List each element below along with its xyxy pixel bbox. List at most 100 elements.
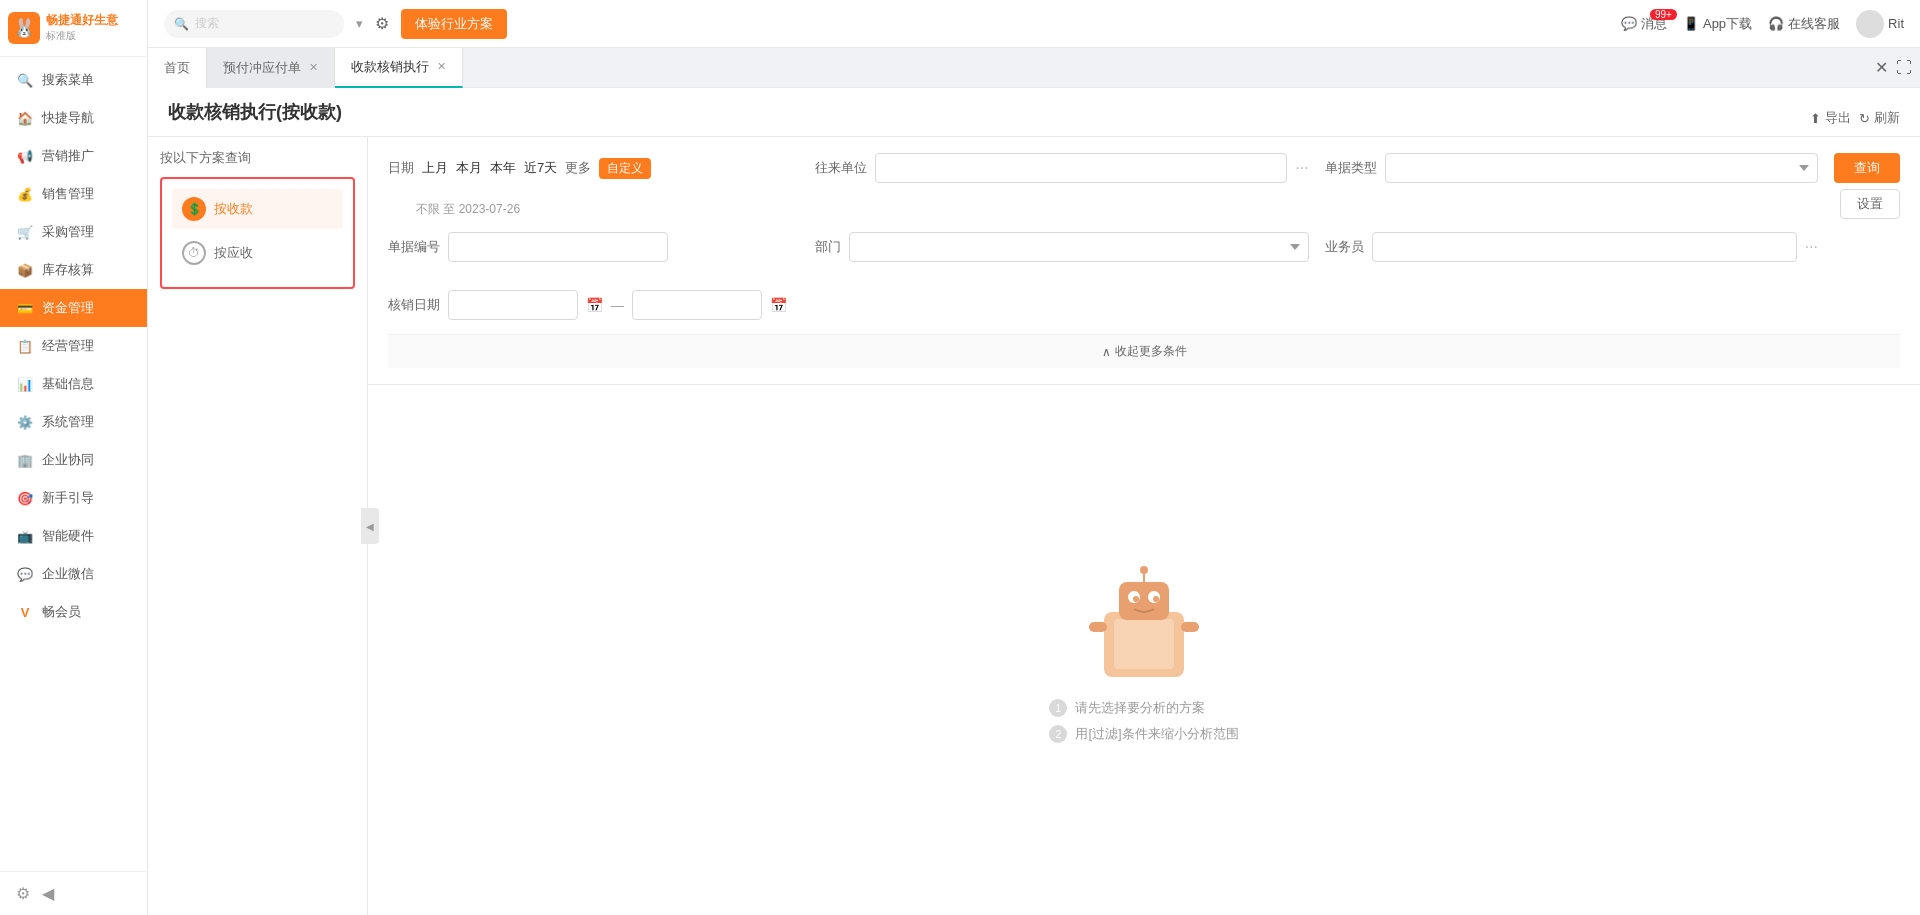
settings-btn[interactable]: 设置 xyxy=(1840,189,1900,219)
writeoff-date-start-input[interactable]: 2023-03-01 xyxy=(448,290,578,320)
message-badge: 99+ xyxy=(1650,9,1677,20)
service-icon: 🎧 xyxy=(1768,16,1784,31)
sidebar-item-basic[interactable]: 📊 基础信息 xyxy=(0,365,147,403)
search-placeholder: 搜索 xyxy=(195,15,219,32)
receipt-filter-icon: 💲 xyxy=(182,197,206,221)
empty-illustration xyxy=(1084,557,1204,687)
hardware-icon: 📺 xyxy=(16,527,34,545)
svg-point-5 xyxy=(1133,596,1139,602)
svg-point-6 xyxy=(1153,596,1159,602)
counterpart-more-icon[interactable]: ··· xyxy=(1295,159,1308,177)
sidebar-item-purchase[interactable]: 🛒 采购管理 xyxy=(0,213,147,251)
date-opt-this-month[interactable]: 本月 xyxy=(456,159,482,177)
sidebar-header: 🐰 畅捷通好生意 标准版 xyxy=(0,0,147,57)
industry-btn[interactable]: 体验行业方案 xyxy=(401,9,507,39)
sidebar-item-marketing[interactable]: 📢 营销推广 xyxy=(0,137,147,175)
calendar-end-icon[interactable]: 📅 xyxy=(770,297,787,313)
gear-icon[interactable]: ⚙ xyxy=(375,14,389,33)
topbar-search[interactable]: 🔍 搜索 xyxy=(164,10,344,38)
writeoff-date-end-input[interactable]: 2023-07-21 xyxy=(632,290,762,320)
main-area: 🔍 搜索 ▾ ⚙ 体验行业方案 💬 消息 99+ 📱 App下载 🎧 在线客服 … xyxy=(148,0,1920,915)
sidebar-item-guide[interactable]: 🎯 新手引导 xyxy=(0,479,147,517)
page-header-actions: ⬆ 导出 ↻ 刷新 xyxy=(1810,109,1900,127)
refresh-btn[interactable]: ↻ 刷新 xyxy=(1859,109,1900,127)
counterpart-field: 往来单位 ··· xyxy=(815,153,1308,183)
staff-input[interactable] xyxy=(1372,232,1797,262)
sidebar: 🐰 畅捷通好生意 标准版 🔍 搜索菜单 🏠 快捷导航 📢 营销推广 💰 销售管理… xyxy=(0,0,148,915)
writeoff-date-field: 核销日期 2023-03-01 📅 — 2023-07-21 📅 xyxy=(388,290,1818,320)
message-action[interactable]: 💬 消息 99+ xyxy=(1621,15,1667,33)
date-range-separator: — xyxy=(611,298,624,313)
filter-option-by-receivable-label: 按应收 xyxy=(214,244,253,262)
home-icon: 🏠 xyxy=(16,109,34,127)
writeoff-row: 核销日期 2023-03-01 📅 — 2023-07-21 📅 xyxy=(388,290,1818,320)
writeoff-date-range: 2023-03-01 📅 — 2023-07-21 📅 xyxy=(448,290,787,320)
receivable-filter-icon: ⏱ xyxy=(182,241,206,265)
close-tab-receipts-icon[interactable]: ✕ xyxy=(437,60,446,73)
tab-receipts[interactable]: 收款核销执行 ✕ xyxy=(335,48,463,88)
tab-home[interactable]: 首页 xyxy=(148,48,207,88)
filter-option-by-receipt[interactable]: 💲 按收款 xyxy=(172,189,343,229)
export-btn[interactable]: ⬆ 导出 xyxy=(1810,109,1851,127)
page-title: 收款核销执行(按收款) xyxy=(168,100,342,136)
operation-icon: 📋 xyxy=(16,337,34,355)
filter-option-by-receipt-label: 按收款 xyxy=(214,200,253,218)
page-content: 收款核销执行(按收款) ⬆ 导出 ↻ 刷新 按以下方案查询 xyxy=(148,88,1920,915)
basic-icon: 📊 xyxy=(16,375,34,393)
sidebar-item-hardware[interactable]: 📺 智能硬件 xyxy=(0,517,147,555)
step-1-num: 1 xyxy=(1049,699,1067,717)
calendar-start-icon[interactable]: 📅 xyxy=(586,297,603,313)
date-opt-7days[interactable]: 近7天 xyxy=(524,159,557,177)
date-opt-last-month[interactable]: 上月 xyxy=(422,159,448,177)
settings-footer-icon[interactable]: ⚙ xyxy=(16,884,30,903)
svg-rect-10 xyxy=(1181,622,1199,632)
purchase-icon: 🛒 xyxy=(16,223,34,241)
page-header: 收款核销执行(按收款) ⬆ 导出 ↻ 刷新 xyxy=(148,88,1920,137)
filter-option-by-receivable[interactable]: ⏱ 按应收 xyxy=(172,233,343,273)
app-branding: 畅捷通好生意 标准版 xyxy=(46,13,118,43)
sidebar-item-operation[interactable]: 📋 经营管理 xyxy=(0,327,147,365)
staff-label: 业务员 xyxy=(1325,238,1364,256)
tab-prepay[interactable]: 预付冲应付单 ✕ xyxy=(207,48,335,88)
chevron-down-icon[interactable]: ▾ xyxy=(356,16,363,31)
filter-panel-title: 按以下方案查询 xyxy=(160,149,355,167)
app-download-action[interactable]: 📱 App下载 xyxy=(1683,15,1752,33)
step-2-num: 2 xyxy=(1049,725,1067,743)
writeoff-date-label: 核销日期 xyxy=(388,296,440,314)
sidebar-item-collab[interactable]: 🏢 企业协同 xyxy=(0,441,147,479)
date-field: 日期 上月 本月 本年 近7天 更多 自定义 xyxy=(388,158,799,179)
app-subtitle: 标准版 xyxy=(46,29,118,43)
app-title: 畅捷通好生意 xyxy=(46,13,118,29)
collab-icon: 🏢 xyxy=(16,451,34,469)
sidebar-item-wechat[interactable]: 💬 企业微信 xyxy=(0,555,147,593)
date-opt-this-year[interactable]: 本年 xyxy=(490,159,516,177)
dept-select[interactable] xyxy=(849,232,1308,262)
svg-point-8 xyxy=(1140,566,1148,574)
guide-icon: 🎯 xyxy=(16,489,34,507)
online-service-action[interactable]: 🎧 在线客服 xyxy=(1768,15,1840,33)
voucher-type-select[interactable] xyxy=(1385,153,1818,183)
maximize-tab-btn[interactable]: ⛶ xyxy=(1896,59,1912,77)
sidebar-item-sales[interactable]: 💰 销售管理 xyxy=(0,175,147,213)
app-icon: 📱 xyxy=(1683,16,1699,31)
collapse-filter-panel-btn[interactable]: ◀ xyxy=(361,508,379,544)
collapse-sidebar-icon[interactable]: ◀ xyxy=(42,884,54,903)
chevron-up-icon: ∧ xyxy=(1102,345,1111,359)
query-btn[interactable]: 查询 xyxy=(1834,153,1900,183)
sidebar-item-capital[interactable]: 💳 资金管理 xyxy=(0,289,147,327)
date-opt-custom[interactable]: 自定义 xyxy=(599,158,651,179)
sidebar-item-inventory[interactable]: 📦 库存核算 xyxy=(0,251,147,289)
close-tab-btn[interactable]: ✕ xyxy=(1875,58,1888,77)
sidebar-item-system[interactable]: ⚙️ 系统管理 xyxy=(0,403,147,441)
sidebar-item-member[interactable]: V 畅会员 xyxy=(0,593,147,631)
counterpart-input[interactable] xyxy=(875,153,1287,183)
staff-more-icon[interactable]: ··· xyxy=(1805,238,1818,256)
user-profile[interactable]: Rit xyxy=(1856,10,1904,38)
collapse-more-conditions[interactable]: ∧ 收起更多条件 xyxy=(388,334,1900,368)
voucher-no-input[interactable] xyxy=(448,232,668,262)
date-opt-more[interactable]: 更多 xyxy=(565,159,591,177)
sidebar-item-search[interactable]: 🔍 搜索菜单 xyxy=(0,61,147,99)
sidebar-item-shortcut[interactable]: 🏠 快捷导航 xyxy=(0,99,147,137)
close-tab-prepay-icon[interactable]: ✕ xyxy=(309,61,318,74)
empty-step-2: 2 用[过滤]条件来缩小分析范围 xyxy=(1049,725,1238,743)
